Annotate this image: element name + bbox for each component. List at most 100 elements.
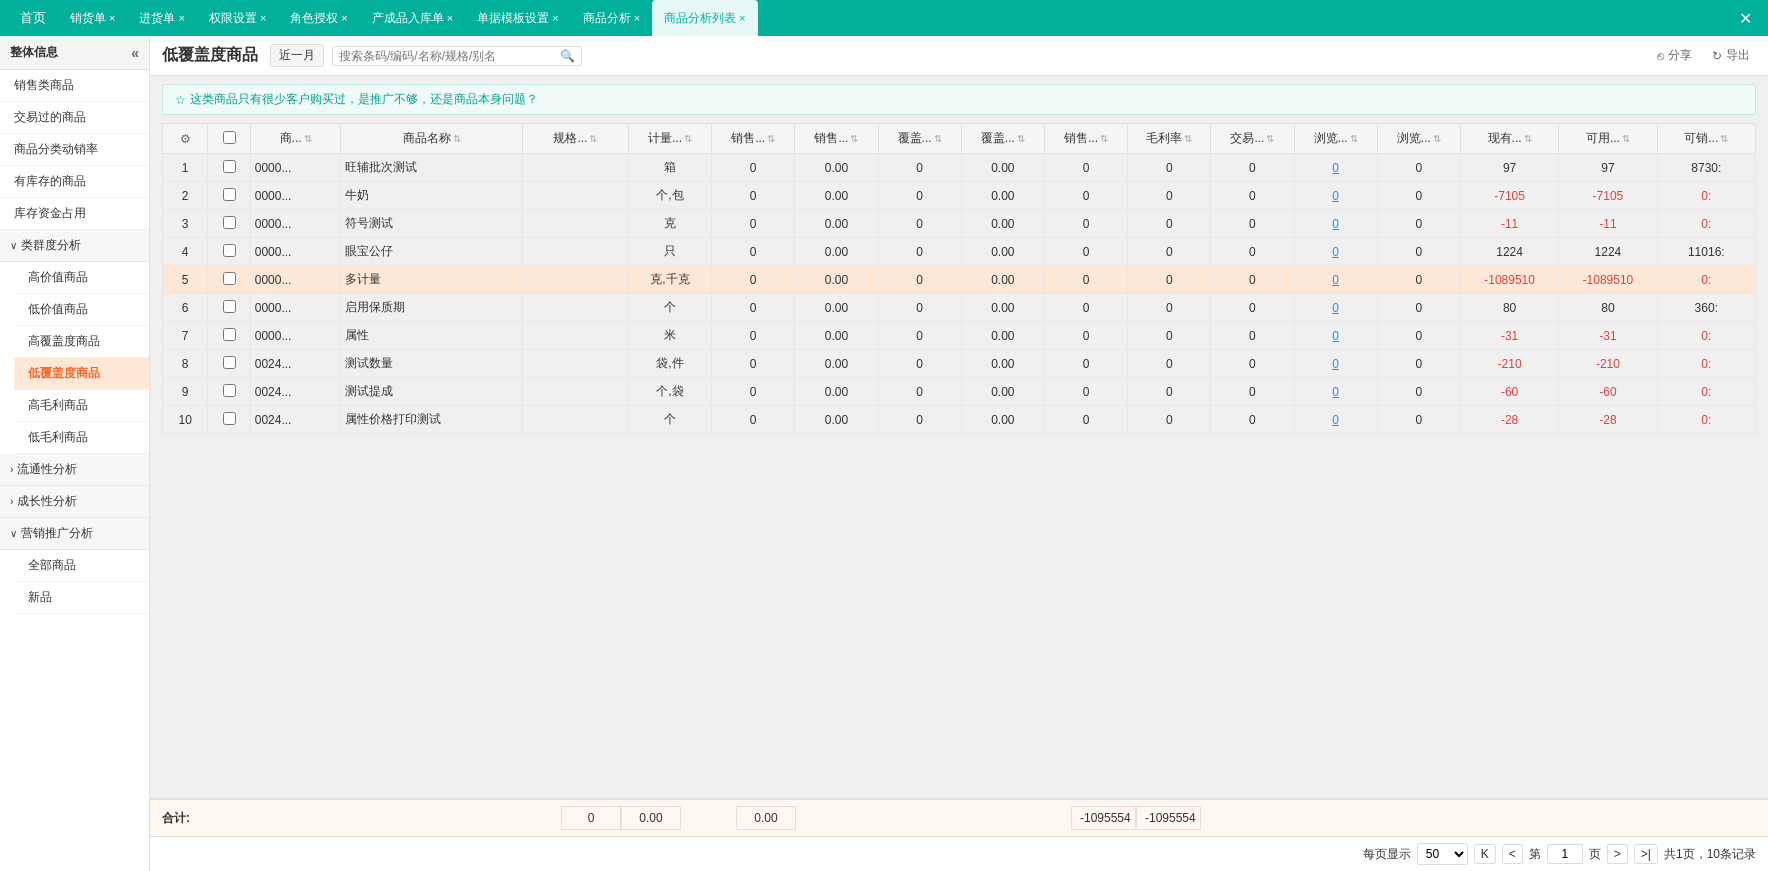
nav-permission[interactable]: 权限设置 ×: [197, 0, 278, 36]
col-spec[interactable]: 规格...⇅: [523, 124, 629, 154]
col-code[interactable]: 商...⇅: [250, 124, 341, 154]
sidebar-item-high-value[interactable]: 高价值商品: [14, 262, 149, 294]
row-unit: 只: [628, 238, 711, 266]
nav-close-template[interactable]: ×: [552, 12, 558, 24]
sidebar-group-cluster[interactable]: ∨ 类群度分析: [0, 230, 149, 262]
row-unit: 个: [628, 406, 711, 434]
row-browse2: 0: [1377, 238, 1460, 266]
row-checkbox[interactable]: [208, 266, 250, 294]
nav-close-product-analysis[interactable]: ×: [634, 12, 640, 24]
search-icon[interactable]: 🔍: [560, 49, 575, 63]
col-stock2[interactable]: 可用...⇅: [1559, 124, 1657, 154]
col-cover2[interactable]: 覆盖...⇅: [961, 124, 1044, 154]
select-all-checkbox[interactable]: [223, 131, 236, 144]
row-checkbox[interactable]: [208, 154, 250, 182]
row-browse1[interactable]: 0: [1294, 154, 1377, 182]
sidebar-item-traded-goods[interactable]: 交易过的商品: [0, 102, 149, 134]
col-cover1[interactable]: 覆盖...⇅: [878, 124, 961, 154]
row-sales3: 0: [1044, 238, 1127, 266]
row-browse1[interactable]: 0: [1294, 350, 1377, 378]
row-checkbox[interactable]: [208, 238, 250, 266]
row-checkbox[interactable]: [208, 322, 250, 350]
row-checkbox[interactable]: [208, 378, 250, 406]
row-browse1[interactable]: 0: [1294, 406, 1377, 434]
row-browse1[interactable]: 0: [1294, 210, 1377, 238]
col-browse1[interactable]: 浏览...⇅: [1294, 124, 1377, 154]
settings-icon[interactable]: ⚙: [180, 132, 191, 146]
export-button[interactable]: ↻ 导出: [1706, 45, 1756, 66]
row-checkbox[interactable]: [208, 350, 250, 378]
nav-home[interactable]: 首页: [8, 0, 58, 36]
nav-close-list[interactable]: ×: [739, 12, 745, 24]
nav-finished[interactable]: 产成品入库单 ×: [360, 0, 465, 36]
last-page-button[interactable]: >|: [1634, 844, 1658, 864]
per-page-select[interactable]: 50 100 200: [1417, 843, 1468, 865]
row-browse1[interactable]: 0: [1294, 238, 1377, 266]
search-box[interactable]: 🔍: [332, 46, 582, 66]
col-sales2[interactable]: 销售...⇅: [795, 124, 878, 154]
row-browse1[interactable]: 0: [1294, 182, 1377, 210]
row-saleable: 11016:: [1657, 238, 1755, 266]
col-sales1[interactable]: 销售...⇅: [712, 124, 795, 154]
row-trade: 0: [1211, 406, 1294, 434]
sidebar-item-all-goods[interactable]: 全部商品: [14, 550, 149, 582]
sidebar-item-sales-goods[interactable]: 销售类商品: [0, 70, 149, 102]
col-margin[interactable]: 毛利率⇅: [1128, 124, 1211, 154]
sidebar-item-low-value[interactable]: 低价值商品: [14, 294, 149, 326]
sidebar-item-stock-fund[interactable]: 库存资金占用: [0, 198, 149, 230]
row-checkbox[interactable]: [208, 210, 250, 238]
page-number-input[interactable]: [1547, 844, 1583, 864]
nav-sales[interactable]: 销货单 ×: [58, 0, 127, 36]
col-stock1[interactable]: 现有...⇅: [1460, 124, 1558, 154]
main-layout: 整体信息 « 销售类商品 交易过的商品 商品分类动销率 有库存的商品 库存资金占…: [0, 36, 1768, 871]
row-browse2: 0: [1377, 294, 1460, 322]
date-filter-button[interactable]: 近一月: [270, 44, 324, 67]
col-browse2[interactable]: 浏览...⇅: [1377, 124, 1460, 154]
nav-role[interactable]: 角色授权 ×: [278, 0, 359, 36]
row-checkbox[interactable]: [208, 406, 250, 434]
share-button[interactable]: ⎋ 分享: [1651, 45, 1698, 66]
sidebar-group-growth[interactable]: › 成长性分析: [0, 486, 149, 518]
table-wrapper[interactable]: ⚙ 商...⇅ 商品名称⇅ 规格...⇅ 计量...⇅ 销售...⇅ 销售...…: [150, 123, 1768, 798]
nav-close-role[interactable]: ×: [341, 12, 347, 24]
sidebar-collapse-button[interactable]: «: [131, 45, 139, 61]
row-browse1[interactable]: 0: [1294, 378, 1377, 406]
nav-close-finished[interactable]: ×: [447, 12, 453, 24]
sidebar-item-low-coverage[interactable]: 低覆盖度商品: [14, 358, 149, 390]
row-browse1[interactable]: 0: [1294, 322, 1377, 350]
row-stock2: -7105: [1559, 182, 1657, 210]
sidebar-item-category-rate[interactable]: 商品分类动销率: [0, 134, 149, 166]
sidebar-item-high-margin[interactable]: 高毛利商品: [14, 390, 149, 422]
col-unit[interactable]: 计量...⇅: [628, 124, 711, 154]
col-trade[interactable]: 交易...⇅: [1211, 124, 1294, 154]
row-browse1[interactable]: 0: [1294, 294, 1377, 322]
nav-template[interactable]: 单据模板设置 ×: [465, 0, 570, 36]
row-checkbox[interactable]: [208, 182, 250, 210]
nav-close-permission[interactable]: ×: [260, 12, 266, 24]
row-browse1[interactable]: 0: [1294, 266, 1377, 294]
sidebar-item-stock-goods[interactable]: 有库存的商品: [0, 166, 149, 198]
sidebar-item-low-margin[interactable]: 低毛利商品: [14, 422, 149, 454]
next-page-button[interactable]: >: [1607, 844, 1628, 864]
col-name[interactable]: 商品名称⇅: [341, 124, 523, 154]
nav-product-analysis-list[interactable]: 商品分析列表 ×: [652, 0, 757, 36]
sidebar-group-circulation[interactable]: › 流通性分析: [0, 454, 149, 486]
row-code: 0000...: [250, 266, 341, 294]
prev-page-button[interactable]: <: [1502, 844, 1523, 864]
search-input[interactable]: [339, 49, 560, 63]
nav-product-analysis[interactable]: 商品分析 ×: [571, 0, 652, 36]
row-checkbox[interactable]: [208, 294, 250, 322]
nav-purchase[interactable]: 进货单 ×: [127, 0, 196, 36]
nav-close-purchase[interactable]: ×: [178, 12, 184, 24]
first-page-button[interactable]: K: [1474, 844, 1496, 864]
row-saleable: 0:: [1657, 266, 1755, 294]
window-close-button[interactable]: ✕: [1731, 9, 1760, 28]
col-checkbox-all[interactable]: [208, 124, 250, 154]
sidebar-item-new-goods[interactable]: 新品: [14, 582, 149, 614]
sidebar-item-high-coverage[interactable]: 高覆盖度商品: [14, 326, 149, 358]
nav-close-sales[interactable]: ×: [109, 12, 115, 24]
col-saleable[interactable]: 可销...⇅: [1657, 124, 1755, 154]
col-settings[interactable]: ⚙: [163, 124, 208, 154]
sidebar-group-marketing[interactable]: ∨ 营销推广分析: [0, 518, 149, 550]
col-sales3[interactable]: 销售...⇅: [1044, 124, 1127, 154]
